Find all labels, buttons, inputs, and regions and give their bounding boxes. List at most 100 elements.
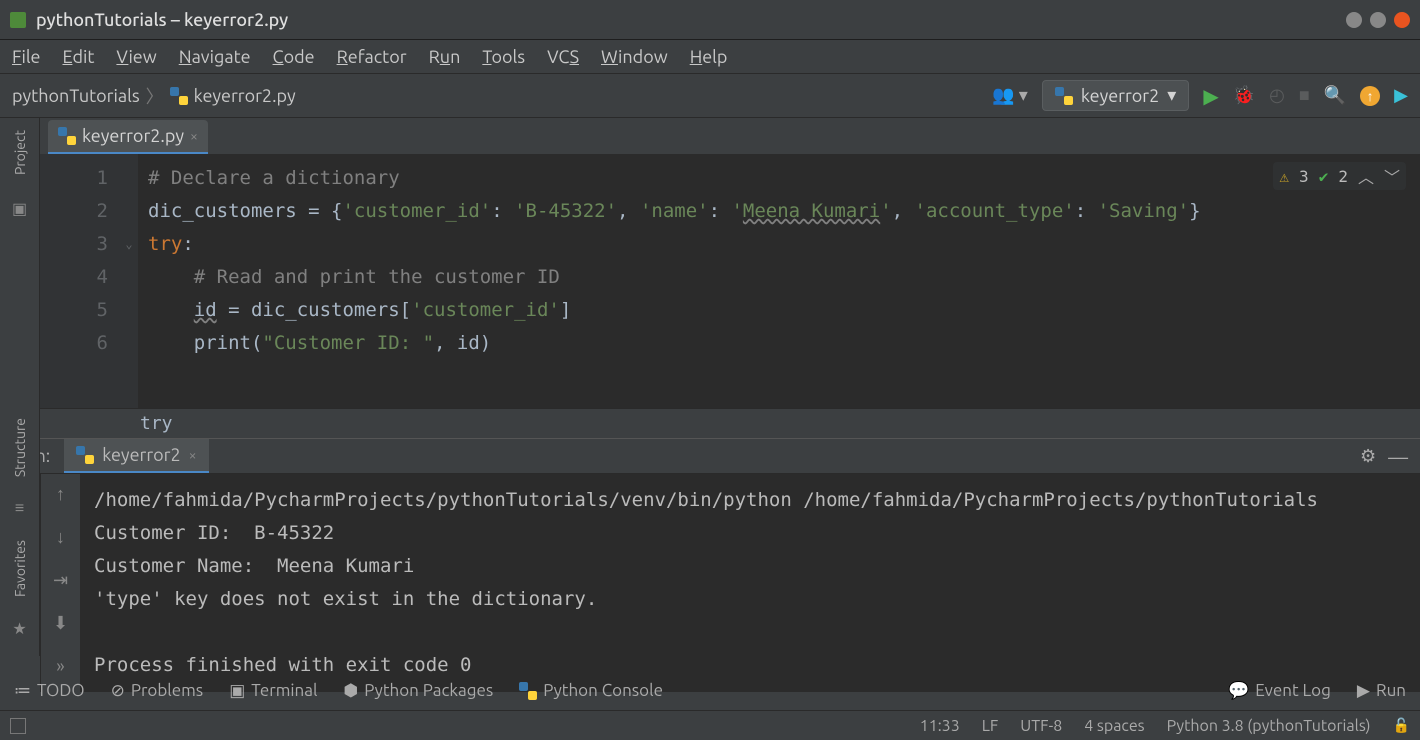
code-text: : (491, 200, 514, 222)
code-string: 'Saving' (1098, 200, 1190, 222)
folding-gutter[interactable]: ⌄ (120, 154, 138, 408)
code-text: = dic_customers[ (217, 299, 411, 321)
todo-tool-button[interactable]: ≔TODO (14, 681, 85, 701)
scroll-to-end-icon[interactable]: ⬇ (53, 613, 68, 634)
updates-icon[interactable]: ↑ (1360, 86, 1380, 106)
code-string: ' (731, 200, 742, 222)
code-text: , (617, 200, 640, 222)
code-ident: id (457, 332, 480, 354)
run-tool-button[interactable]: ▶Run (1357, 681, 1406, 701)
pass-count: 2 (1338, 167, 1348, 186)
run-config-name: keyerror2 (1081, 86, 1159, 106)
gear-icon[interactable]: ⚙ (1360, 446, 1376, 467)
coverage-button[interactable]: ◴ (1269, 85, 1285, 106)
search-icon[interactable]: 🔍 (1324, 85, 1346, 106)
ide-scripting-icon[interactable]: ▶ (1394, 85, 1408, 106)
menu-navigate[interactable]: Navigate (179, 47, 251, 67)
menu-refactor[interactable]: Refactor (337, 47, 407, 67)
code-editor[interactable]: 1 2 3 4 5 6 ⌄ # Declare a dictionary dic… (40, 154, 1420, 408)
label: Terminal (251, 681, 317, 700)
interpreter[interactable]: Python 3.8 (pythonTutorials) (1167, 717, 1371, 735)
close-run-tab-icon[interactable]: × (189, 447, 197, 463)
code-text: ] (560, 299, 571, 321)
maximize-icon[interactable] (1370, 12, 1386, 28)
run-tab-name: keyerror2 (102, 445, 180, 465)
label: Run (1376, 681, 1406, 700)
code-keyword: try (148, 233, 182, 255)
run-tool-window: Run: keyerror2 × ⚙ — ▶ 🔧 ■ ▥ ↑ ↓ ⇥ ⬇ » /… (0, 438, 1420, 670)
code-text: : (709, 200, 732, 222)
breadcrumb-project[interactable]: pythonTutorials (12, 86, 140, 106)
output-line: 'type' key does not exist in the diction… (94, 588, 597, 610)
code-string: "Customer ID: " (262, 332, 434, 354)
run-configuration-selector[interactable]: keyerror2 ▾ (1042, 80, 1189, 111)
minimize-icon[interactable] (1346, 12, 1362, 28)
structure-tool-button[interactable]: Structure (12, 414, 28, 481)
menu-help[interactable]: Help (690, 47, 728, 67)
toolbar-right: 👥 ▾ keyerror2 ▾ ▶ 🐞 ◴ ■ 🔍 ↑ ▶ (992, 80, 1408, 111)
code-content[interactable]: # Declare a dictionary dic_customers = {… (138, 154, 1211, 408)
inspections-widget[interactable]: ⚠ 3 ✔ 2 ︿ ﹀ (1273, 162, 1406, 190)
next-highlight-icon[interactable]: ﹀ (1384, 164, 1400, 188)
breadcrumb-file[interactable]: keyerror2.py (194, 86, 296, 106)
up-arrow-icon[interactable]: ↑ (56, 484, 65, 505)
breadcrumb-separator: 〉 (146, 83, 164, 109)
menu-code[interactable]: Code (273, 47, 315, 67)
collaborators-icon[interactable]: 👥 ▾ (992, 85, 1028, 106)
output-line: Process finished with exit code 0 (94, 654, 472, 676)
menu-tools[interactable]: Tools (482, 47, 525, 67)
packages-tool-button[interactable]: ⬢Python Packages (343, 681, 493, 701)
code-text: ( (251, 332, 262, 354)
output-line: Customer ID: B-45322 (94, 522, 334, 544)
python-icon (519, 682, 537, 700)
close-tab-icon[interactable]: × (190, 128, 198, 144)
debug-button[interactable]: 🐞 (1233, 85, 1255, 106)
prev-highlight-icon[interactable]: ︿ (1358, 164, 1374, 188)
menu-view[interactable]: View (116, 47, 156, 67)
line-number: 6 (48, 327, 108, 360)
lock-icon[interactable]: 🔓 (1393, 717, 1410, 734)
stop-button[interactable]: ■ (1299, 85, 1310, 106)
line-number: 4 (48, 261, 108, 294)
run-tab[interactable]: keyerror2 × (64, 439, 208, 473)
python-file-icon (170, 87, 188, 105)
editor-tab-keyerror2[interactable]: keyerror2.py × (48, 120, 208, 154)
menu-file[interactable]: File (12, 47, 41, 67)
package-icon: ⬢ (343, 681, 358, 701)
menu-edit[interactable]: Edit (63, 47, 95, 67)
more-icon[interactable]: » (56, 656, 64, 676)
down-arrow-icon[interactable]: ↓ (56, 527, 65, 548)
hide-panel-icon[interactable]: — (1388, 445, 1408, 468)
python-icon (1055, 87, 1073, 105)
code-ident: dic_customers (148, 200, 297, 222)
check-icon: ✔ (1319, 167, 1329, 186)
label: Python Console (543, 681, 663, 700)
close-icon[interactable] (1394, 12, 1410, 28)
warning-count: 3 (1299, 167, 1309, 186)
event-log-button[interactable]: 💬Event Log (1228, 681, 1331, 701)
line-separator[interactable]: LF (982, 717, 999, 735)
file-encoding[interactable]: UTF-8 (1020, 717, 1062, 735)
code-text: : (182, 233, 193, 255)
indent-setting[interactable]: 4 spaces (1084, 717, 1144, 735)
terminal-tool-button[interactable]: ▣Terminal (229, 681, 317, 701)
menu-window[interactable]: Window (601, 47, 668, 67)
warning-icon: ⚠ (1279, 167, 1289, 186)
run-output[interactable]: /home/fahmida/PycharmProjects/pythonTuto… (80, 474, 1420, 692)
caret-position[interactable]: 11:33 (920, 717, 960, 735)
line-number: 5 (48, 294, 108, 327)
context-path: try (140, 413, 173, 434)
soft-wrap-icon[interactable]: ⇥ (53, 570, 68, 591)
favorites-tool-button[interactable]: Favorites (12, 536, 28, 601)
console-tool-button[interactable]: Python Console (519, 681, 663, 700)
menu-vcs[interactable]: VCS (547, 47, 579, 67)
problems-tool-button[interactable]: ⊘Problems (111, 681, 204, 701)
run-button[interactable]: ▶ (1203, 84, 1218, 108)
python-icon (76, 446, 94, 464)
project-tool-button[interactable]: Project (12, 126, 28, 179)
tool-windows-toggle-icon[interactable] (10, 718, 26, 734)
folder-icon[interactable]: ▣ (12, 199, 27, 218)
star-icon[interactable]: ★ (12, 619, 26, 638)
menu-run[interactable]: Run (429, 47, 461, 67)
structure-icon[interactable]: ≡ (15, 499, 24, 518)
